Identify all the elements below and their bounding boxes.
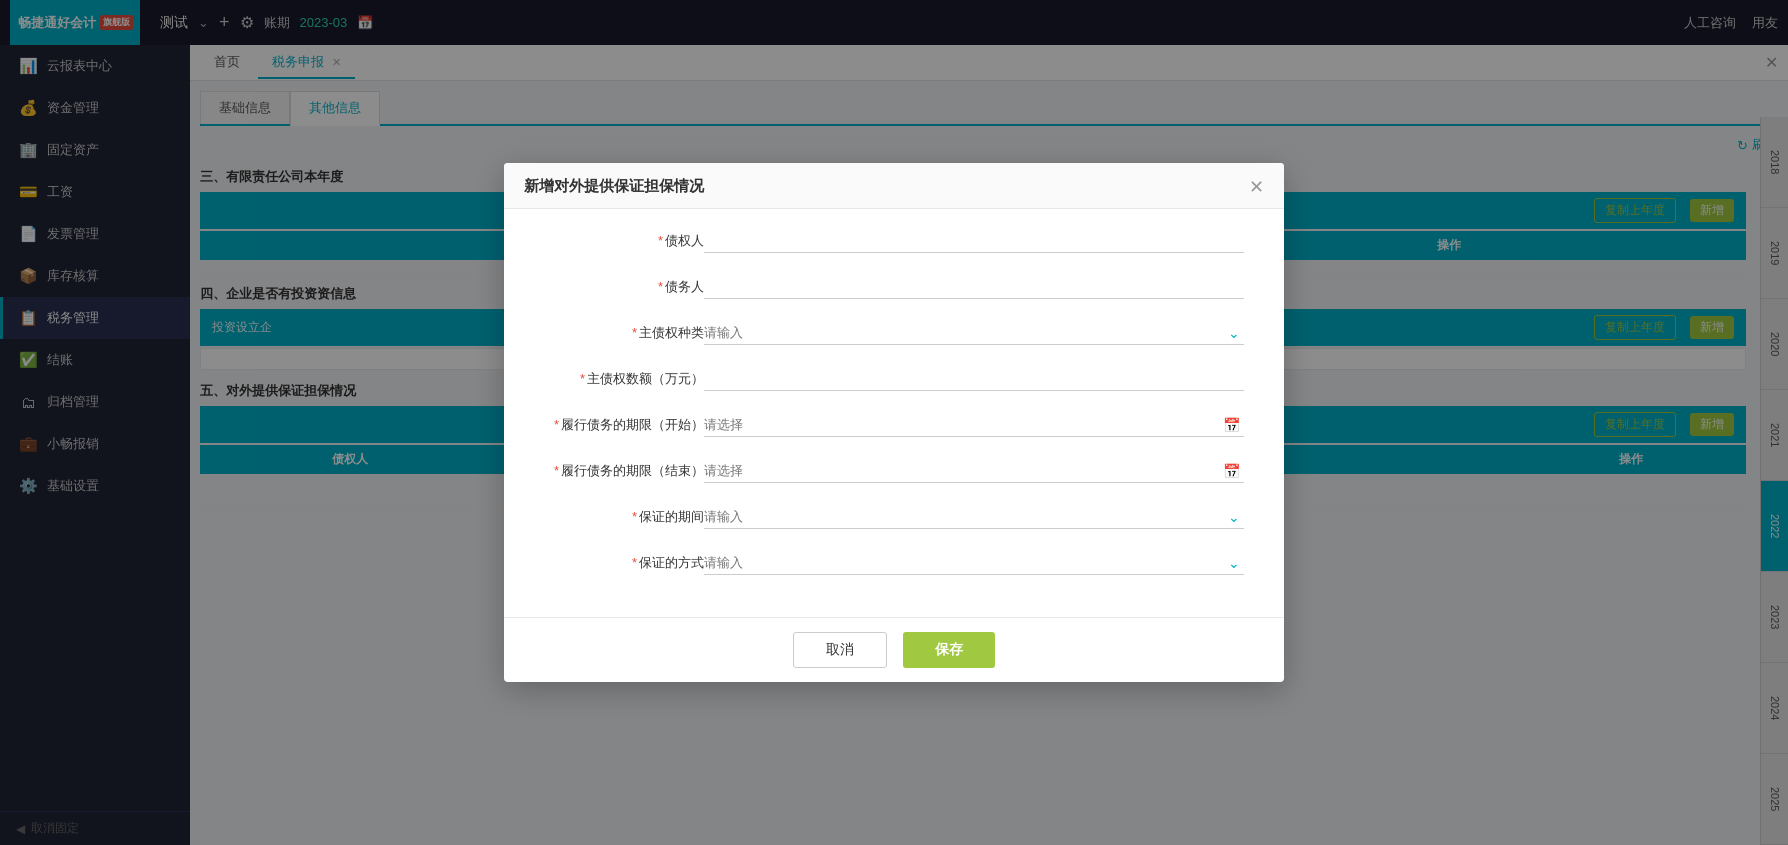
dialog-header: 新增对外提供保证担保情况 ✕ (504, 163, 1284, 209)
dialog-overlay: 新增对外提供保证担保情况 ✕ *债权人 *债务人 (0, 0, 1788, 845)
label-debtor: *债务人 (544, 278, 704, 296)
form-row-guarantee-method: *保证的方式 ⌄ (544, 551, 1244, 575)
required-mark: * (632, 509, 637, 524)
dialog-body: *债权人 *债务人 *主债权种类 (504, 209, 1284, 617)
form-row-debtor: *债务人 (544, 275, 1244, 299)
dialog-close-btn[interactable]: ✕ (1249, 178, 1264, 196)
label-period-end: *履行债务的期限（结束） (544, 462, 704, 480)
input-wrap-creditor (704, 229, 1244, 253)
select-claim-type[interactable] (704, 321, 1244, 345)
select-wrap-period-start: 📅 (704, 413, 1244, 437)
label-guarantee-method: *保证的方式 (544, 554, 704, 572)
select-wrap-period-end: 📅 (704, 459, 1244, 483)
form-row-period-start: *履行债务的期限（开始） 📅 (544, 413, 1244, 437)
select-wrap-guarantee-period: ⌄ (704, 505, 1244, 529)
required-mark: * (580, 371, 585, 386)
input-wrap-debtor (704, 275, 1244, 299)
label-guarantee-period: *保证的期间 (544, 508, 704, 526)
required-mark: * (658, 279, 663, 294)
form-row-claim-type: *主债权种类 ⌄ (544, 321, 1244, 345)
input-period-end[interactable] (704, 459, 1244, 483)
dialog: 新增对外提供保证担保情况 ✕ *债权人 *债务人 (504, 163, 1284, 682)
input-debtor[interactable] (704, 275, 1244, 299)
required-mark: * (554, 417, 559, 432)
label-creditor: *债权人 (544, 232, 704, 250)
save-button[interactable]: 保存 (903, 632, 995, 668)
form-row-period-end: *履行债务的期限（结束） 📅 (544, 459, 1244, 483)
label-claim-type: *主债权种类 (544, 324, 704, 342)
input-wrap-claim-amount (704, 367, 1244, 391)
dialog-footer: 取消 保存 (504, 617, 1284, 682)
label-period-start: *履行债务的期限（开始） (544, 416, 704, 434)
input-claim-amount[interactable] (704, 367, 1244, 391)
form-row-guarantee-period: *保证的期间 ⌄ (544, 505, 1244, 529)
input-creditor[interactable] (704, 229, 1244, 253)
required-mark: * (658, 233, 663, 248)
input-period-start[interactable] (704, 413, 1244, 437)
form-row-creditor: *债权人 (544, 229, 1244, 253)
dialog-title: 新增对外提供保证担保情况 (524, 177, 704, 196)
required-mark: * (632, 325, 637, 340)
required-mark: * (554, 463, 559, 478)
label-claim-amount: *主债权数额（万元） (544, 370, 704, 388)
cancel-button[interactable]: 取消 (793, 632, 887, 668)
select-guarantee-method[interactable] (704, 551, 1244, 575)
form-row-claim-amount: *主债权数额（万元） (544, 367, 1244, 391)
required-mark: * (632, 555, 637, 570)
select-guarantee-period[interactable] (704, 505, 1244, 529)
select-wrap-guarantee-method: ⌄ (704, 551, 1244, 575)
select-wrap-claim-type: ⌄ (704, 321, 1244, 345)
